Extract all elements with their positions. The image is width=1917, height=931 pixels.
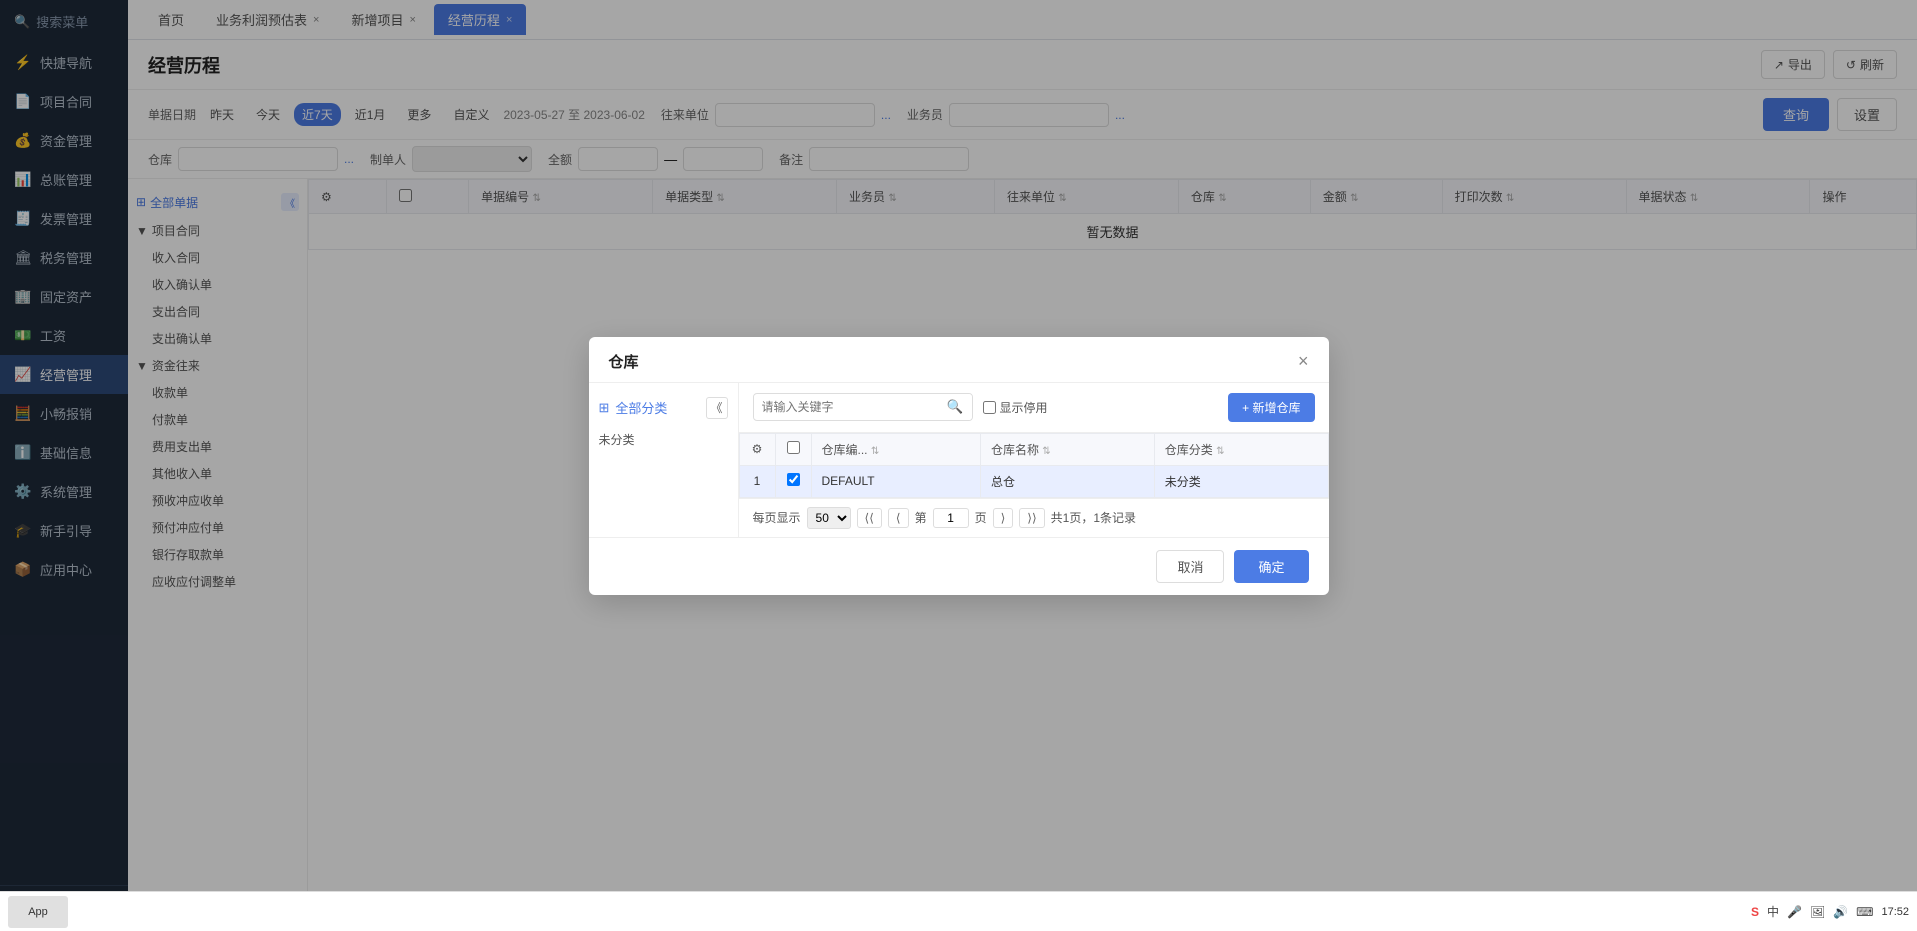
- modal-table: ⚙ 仓库编... ⇅ 仓库名称 ⇅ 仓库分类 ⇅ 1 DEF: [739, 433, 1329, 498]
- row-checkbox[interactable]: [787, 473, 800, 486]
- modal-left-header[interactable]: ⊞ 全部分类 《: [589, 391, 738, 425]
- collapse-icon: 《: [710, 399, 722, 416]
- row-name-cell: 总仓: [980, 465, 1154, 497]
- modal-right-panel: 🔍 显示停用 + 新增仓库: [739, 383, 1329, 537]
- modal-col-checkbox[interactable]: [775, 433, 811, 465]
- modal-search-input[interactable]: [754, 395, 939, 419]
- modal-page-suffix: 页: [975, 509, 987, 526]
- modal-col-category[interactable]: 仓库分类 ⇅: [1154, 433, 1328, 465]
- grid-icon-modal: ⊞: [599, 400, 610, 416]
- cancel-button[interactable]: 取消: [1156, 550, 1224, 583]
- modal-collapse-btn[interactable]: 《: [706, 397, 728, 419]
- modal-header: 仓库 ×: [589, 337, 1329, 383]
- modal-close-btn[interactable]: ×: [1298, 351, 1309, 372]
- unclassified-label: 未分类: [599, 433, 635, 447]
- modal-search-btn[interactable]: 🔍: [939, 394, 972, 420]
- modal-footer-pagination: 每页显示 50 ⟨⟨ ⟨ 第 页 ⟩ ⟩⟩ 共1页，1条记录: [739, 498, 1329, 537]
- modal-overlay[interactable]: 仓库 × ⊞ 全部分类 《 未分类: [0, 0, 1917, 931]
- modal-per-page-label: 每页显示: [753, 509, 801, 526]
- sys-icon-cn: 中: [1767, 903, 1779, 920]
- modal-col-gear[interactable]: ⚙: [739, 433, 775, 465]
- sys-icon-mic[interactable]: 🎤: [1787, 905, 1802, 919]
- modal-page-input[interactable]: [933, 508, 969, 528]
- modal-title: 仓库: [609, 351, 639, 372]
- modal-left-panel: ⊞ 全部分类 《 未分类: [589, 383, 739, 537]
- modal-total-info: 共1页，1条记录: [1051, 509, 1136, 526]
- confirm-button[interactable]: 确定: [1234, 550, 1308, 583]
- add-warehouse-btn[interactable]: + 新增仓库: [1228, 393, 1314, 422]
- row-category-cell: 未分类: [1154, 465, 1328, 497]
- sys-icon-img[interactable]: 🖼: [1810, 905, 1825, 919]
- modal-col-code[interactable]: 仓库编... ⇅: [811, 433, 980, 465]
- modal-body: ⊞ 全部分类 《 未分类 🔍: [589, 383, 1329, 537]
- modal-unclassified-category[interactable]: 未分类: [589, 425, 738, 454]
- modal-all-category-label: 全部分类: [615, 398, 667, 417]
- sys-icon-s: S: [1751, 905, 1759, 919]
- modal-select-all[interactable]: [787, 441, 800, 454]
- taskbar: App S 中 🎤 🖼 🔊 ⌨ 17:52: [0, 891, 1917, 931]
- row-checkbox-cell[interactable]: [775, 465, 811, 497]
- search-icon-modal: 🔍: [947, 399, 964, 414]
- taskbar-app[interactable]: App: [8, 896, 68, 928]
- modal-last-page-btn[interactable]: ⟩⟩: [1019, 508, 1044, 528]
- add-warehouse-label: + 新增仓库: [1242, 399, 1300, 416]
- row-gear-cell: 1: [739, 465, 775, 497]
- modal-table-wrap: ⚙ 仓库编... ⇅ 仓库名称 ⇅ 仓库分类 ⇅ 1 DEF: [739, 433, 1329, 498]
- warehouse-modal: 仓库 × ⊞ 全部分类 《 未分类: [589, 337, 1329, 595]
- sys-icon-keyboard[interactable]: ⌨: [1856, 905, 1873, 919]
- modal-page-size-select[interactable]: 50: [807, 507, 851, 529]
- show-disabled-checkbox[interactable]: [983, 401, 996, 414]
- modal-first-page-btn[interactable]: ⟨⟨: [857, 508, 882, 528]
- modal-next-page-btn[interactable]: ⟩: [993, 508, 1014, 528]
- row-code-cell: DEFAULT: [811, 465, 980, 497]
- modal-col-name[interactable]: 仓库名称 ⇅: [980, 433, 1154, 465]
- modal-toolbar: 🔍 显示停用 + 新增仓库: [739, 383, 1329, 433]
- modal-actions: 取消 确定: [589, 537, 1329, 595]
- show-disabled-text: 显示停用: [1000, 399, 1048, 416]
- table-row[interactable]: 1 DEFAULT 总仓 未分类: [739, 465, 1328, 497]
- sys-icon-speaker[interactable]: 🔊: [1833, 905, 1848, 919]
- modal-search-wrap: 🔍: [753, 393, 973, 421]
- modal-page-label: 第: [915, 509, 927, 526]
- modal-prev-page-btn[interactable]: ⟨: [888, 508, 909, 528]
- taskbar-sys-icons: S 中 🎤 🖼 🔊 ⌨ 17:52: [1751, 903, 1909, 920]
- time-display: 17:52: [1881, 906, 1909, 918]
- show-disabled-label: 显示停用: [983, 399, 1048, 416]
